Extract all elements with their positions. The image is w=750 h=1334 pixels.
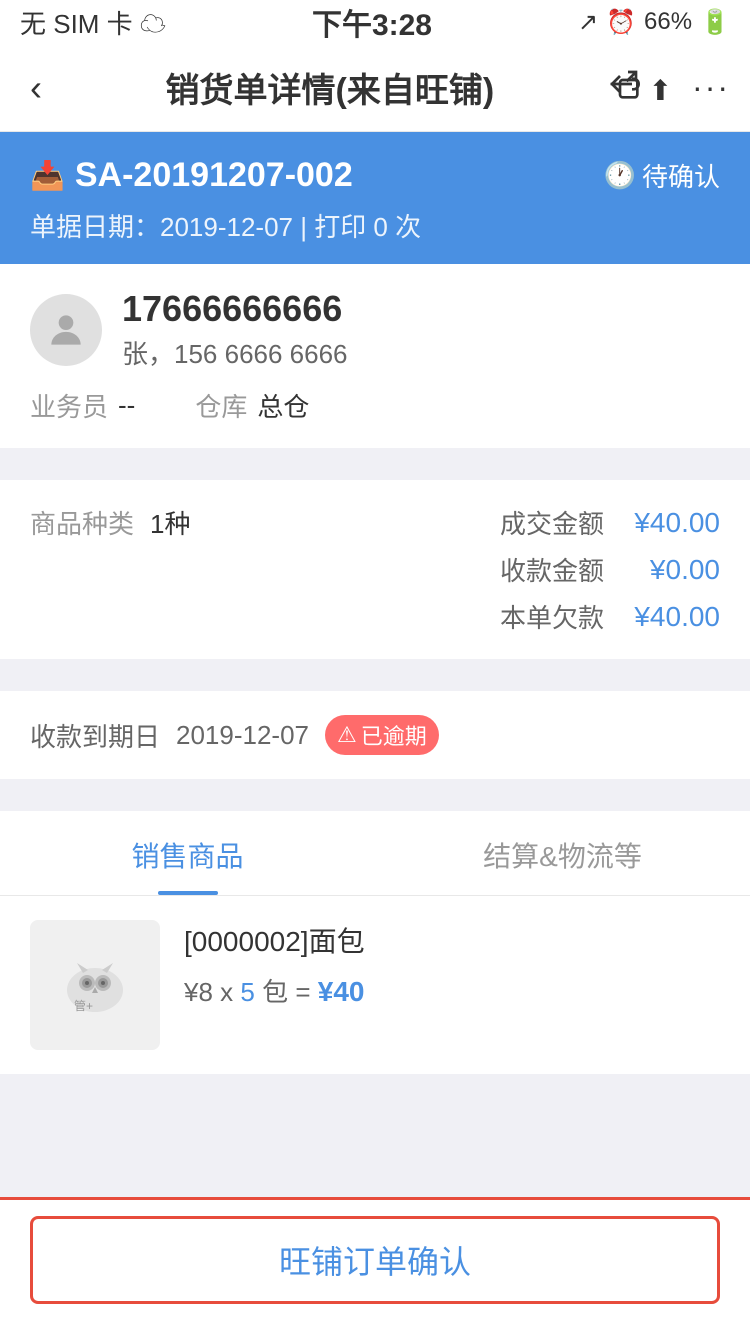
more-icon[interactable]: ···	[692, 69, 730, 106]
product-price: ¥8 x 5 包 = ¥40	[184, 972, 720, 1009]
status-bar: 无 SIM 卡 ☁ 下午3:28 ↗ ⏰ 66% 🔋	[0, 0, 750, 44]
alarm-icon: ⏰	[606, 8, 636, 37]
location-icon: ↗	[578, 8, 598, 37]
share-icon[interactable]: ⬆	[608, 68, 672, 108]
order-date: 单据日期：2019-12-07 | 打印 0 次	[30, 207, 720, 244]
received-value: ¥0.00	[620, 554, 720, 586]
customer-section: 17666666666 张，156 6666 6666 业务员 -- 仓库 总仓	[0, 264, 750, 448]
tab-settlement[interactable]: 结算&物流等	[375, 811, 750, 895]
battery-status: 66%	[644, 8, 692, 36]
order-icon: 📥	[30, 159, 65, 192]
due-date: 2019-12-07	[176, 720, 309, 751]
equals-sign: =	[295, 977, 317, 1007]
amount-value: ¥40.00	[620, 507, 720, 539]
owed-value: ¥40.00	[620, 601, 720, 633]
unit-price: ¥8	[184, 977, 213, 1007]
type-count: 1种	[150, 504, 190, 541]
product-name: [0000002]面包	[184, 920, 720, 960]
bottom-button-area: 旺铺订单确认	[0, 1197, 750, 1334]
divider-3	[0, 795, 750, 811]
avatar	[30, 294, 102, 366]
tabs-section: 销售商品 结算&物流等	[0, 811, 750, 896]
order-header: 📥 SA-20191207-002 🕐 待确认 单据日期：2019-12-07 …	[0, 132, 750, 264]
divider-2	[0, 675, 750, 691]
status-right: ↗ ⏰ 66% 🔋	[578, 8, 730, 37]
status-time: 下午3:28	[312, 0, 432, 44]
overdue-badge: ⚠ 已逾期	[325, 715, 439, 755]
due-section: 收款到期日 2019-12-07 ⚠ 已逾期	[0, 691, 750, 779]
product-thumbnail: 管+	[30, 920, 160, 1050]
due-label: 收款到期日	[30, 717, 160, 754]
tab-sales[interactable]: 销售商品	[0, 811, 375, 895]
type-label: 商品种类	[30, 504, 134, 541]
amount-label: 成交金额	[500, 504, 604, 541]
owed-label: 本单欠款	[500, 598, 604, 635]
order-status: 🕐 待确认	[604, 157, 720, 194]
warehouse-value: 总仓	[257, 387, 309, 424]
product-type-row: 商品种类 1种	[30, 504, 190, 541]
customer-name: 张，156 6666 6666	[122, 334, 348, 371]
svg-text:管+: 管+	[74, 998, 93, 1013]
customer-phone: 17666666666	[122, 288, 348, 330]
order-id: 📥 SA-20191207-002	[30, 156, 353, 195]
unit: 包	[262, 977, 288, 1007]
warning-icon: ⚠	[337, 722, 357, 748]
warehouse-label: 仓库	[195, 387, 247, 424]
salesperson-info: 业务员 --	[30, 387, 135, 424]
warehouse-info: 仓库 总仓	[195, 387, 309, 424]
divider-1	[0, 464, 750, 480]
product-item: 管+ [0000002]面包 ¥8 x 5 包 = ¥40	[0, 896, 750, 1074]
salesperson-label: 业务员	[30, 387, 108, 424]
received-label: 收款金额	[500, 551, 604, 588]
status-left: 无 SIM 卡 ☁	[20, 4, 166, 41]
salesperson-value: --	[118, 390, 135, 421]
battery-icon: 🔋	[700, 8, 730, 37]
confirm-order-button[interactable]: 旺铺订单确认	[30, 1216, 720, 1304]
clock-icon: 🕐	[604, 160, 636, 191]
multiply-sign: x	[220, 977, 240, 1007]
nav-actions: ⬆ ···	[608, 68, 730, 108]
total-price: ¥40	[318, 976, 365, 1007]
tabs-bar: 销售商品 结算&物流等	[0, 811, 750, 896]
overdue-text: 已逾期	[361, 719, 427, 751]
back-button[interactable]: ‹	[20, 57, 52, 119]
summary-section: 商品种类 1种 成交金额 ¥40.00 收款金额 ¥0.00 本单欠款 ¥40.…	[0, 480, 750, 659]
page-title: 销货单详情(来自旺铺)	[52, 63, 608, 112]
sim-status: 无 SIM 卡 ☁	[20, 4, 166, 41]
product-info: [0000002]面包 ¥8 x 5 包 = ¥40	[184, 920, 720, 1009]
quantity: 5	[240, 977, 254, 1007]
nav-bar: ‹ 销货单详情(来自旺铺) ⬆ ···	[0, 44, 750, 132]
amount-summary: 成交金额 ¥40.00 收款金额 ¥0.00 本单欠款 ¥40.00	[500, 504, 720, 635]
